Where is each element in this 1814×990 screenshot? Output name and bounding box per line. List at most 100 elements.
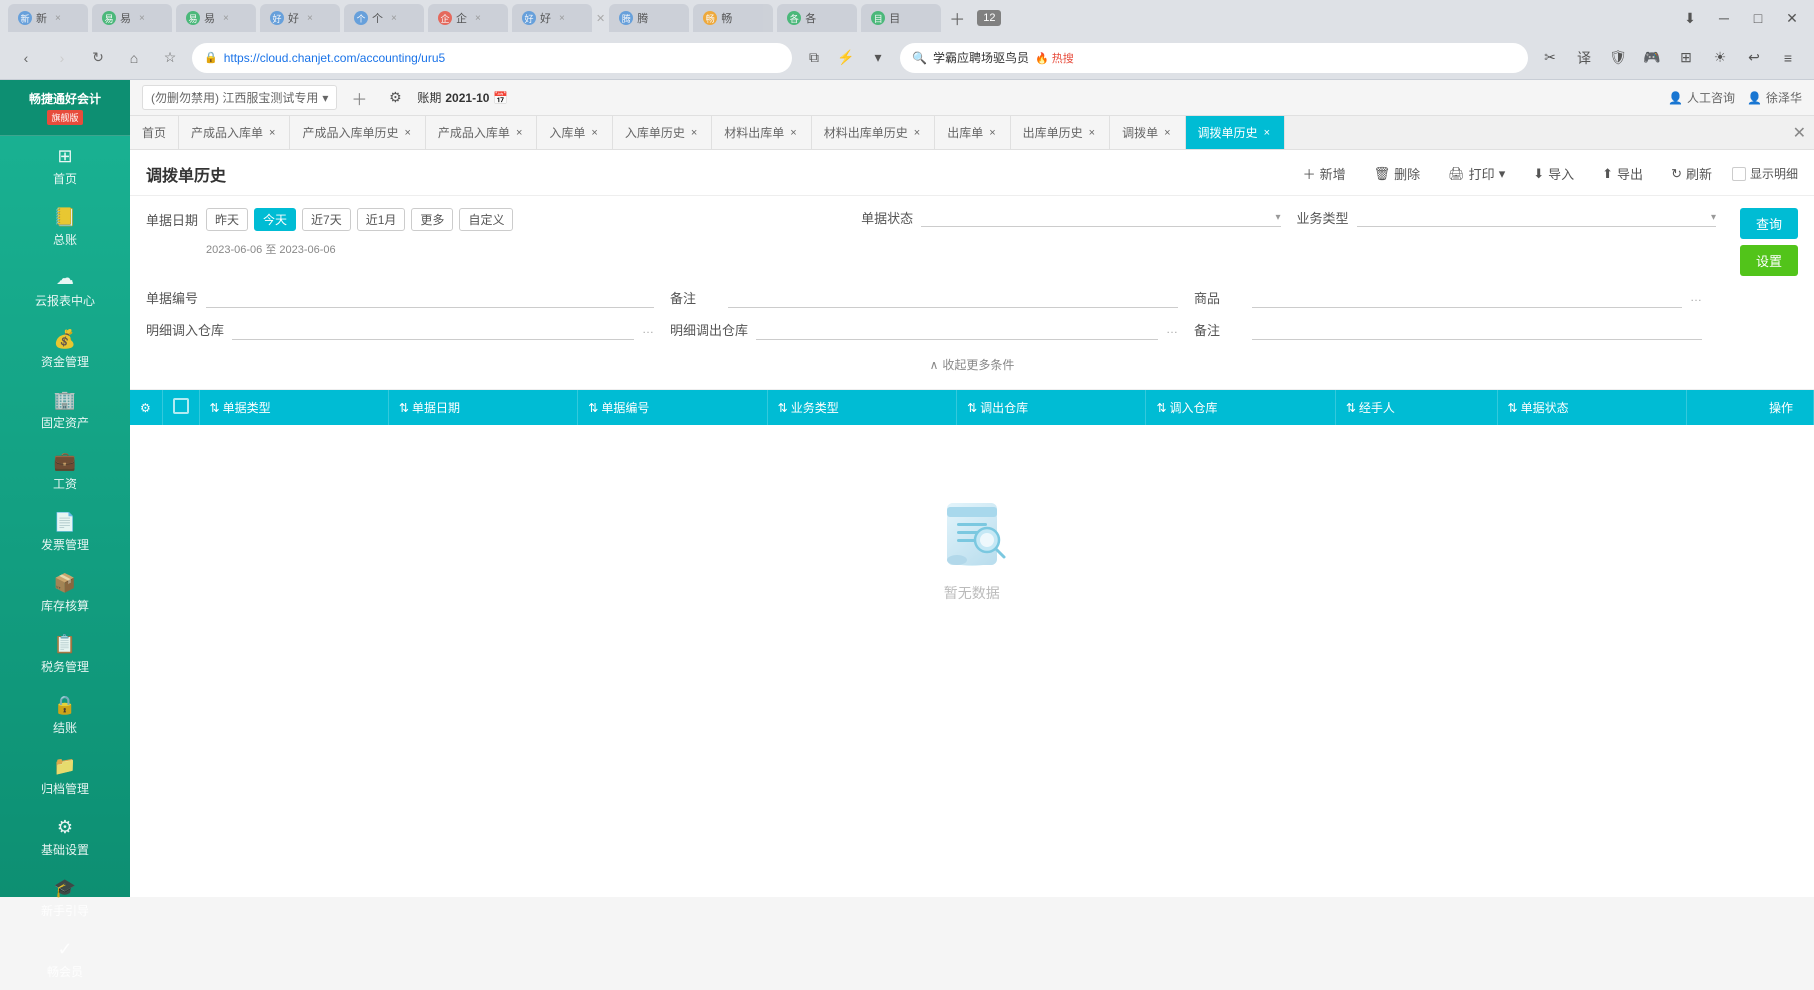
select-all-checkbox[interactable]: [173, 398, 189, 414]
sidebar-item-guide[interactable]: 🎓 新手引导: [0, 868, 130, 929]
query-button[interactable]: 查询: [1740, 208, 1798, 239]
tab-material-outbound-close[interactable]: ×: [788, 127, 798, 139]
tab-transfer[interactable]: 调拨单 ×: [1110, 116, 1185, 149]
note-input[interactable]: [728, 286, 1178, 308]
browser-tab-3[interactable]: 易 易 ×: [176, 4, 256, 32]
tab-material-outbound-history-close[interactable]: ×: [912, 127, 922, 139]
refresh-button[interactable]: ↻ 刷新: [1663, 160, 1720, 187]
sidebar-item-invoice[interactable]: 📄 发票管理: [0, 502, 130, 563]
tab-transfer-history[interactable]: 调拨单历史 ×: [1186, 116, 1285, 149]
tab-inbound-history[interactable]: 入库单历史 ×: [613, 116, 712, 149]
tab-inbound-history-close[interactable]: ×: [689, 127, 699, 139]
browser-tab-1[interactable]: 新 新 ×: [8, 4, 88, 32]
tab-close-4[interactable]: ×: [307, 13, 313, 24]
tab-product-inbound-history[interactable]: 产成品入库单历史 ×: [290, 116, 425, 149]
back-button[interactable]: ‹: [12, 44, 40, 72]
tab-product-inbound-close[interactable]: ×: [267, 127, 277, 139]
th-biz-type[interactable]: ⇅ 业务类型: [767, 390, 956, 425]
tab-inbound[interactable]: 入库单 ×: [537, 116, 612, 149]
browser-tab-10[interactable]: 各 各: [777, 4, 857, 32]
tab-product-inbound-history-close[interactable]: ×: [402, 127, 412, 139]
tab-outbound-history[interactable]: 出库单历史 ×: [1011, 116, 1110, 149]
company-settings-icon[interactable]: ⚙: [381, 84, 409, 112]
lightning-icon[interactable]: ⚡: [832, 44, 860, 72]
export-button[interactable]: ⬆ 导出: [1594, 160, 1651, 187]
biz-type-select[interactable]: ▾: [1357, 209, 1716, 227]
goods-input[interactable]: [1252, 286, 1682, 308]
th-doc-number[interactable]: ⇅ 单据编号: [578, 390, 767, 425]
sidebar-item-cloud-report[interactable]: ☁ 云报表中心: [0, 258, 130, 319]
sidebar-item-member[interactable]: ✓ 畅会员: [0, 929, 130, 990]
downloads-icon[interactable]: ⬇: [1676, 4, 1704, 32]
date-btn-more[interactable]: 更多: [411, 208, 453, 231]
refresh-button[interactable]: ↻: [84, 44, 112, 72]
game-icon[interactable]: 🎮: [1638, 44, 1666, 72]
period-selector[interactable]: 账期 2021-10 📅: [417, 89, 508, 106]
th-check[interactable]: [162, 390, 199, 425]
in-warehouse-ellipsis[interactable]: …: [642, 322, 654, 336]
sidebar-item-inventory[interactable]: 📦 库存核算: [0, 563, 130, 624]
tab-material-outbound-history[interactable]: 材料出库单历史 ×: [812, 116, 935, 149]
th-handler[interactable]: ⇅ 经手人: [1335, 390, 1497, 425]
tab-close-1[interactable]: ×: [55, 13, 61, 24]
grid-icon[interactable]: ⊞: [1672, 44, 1700, 72]
new-button[interactable]: ＋ 新增: [1295, 160, 1354, 187]
status-select[interactable]: ▾: [921, 209, 1280, 227]
user-profile-btn[interactable]: 👤 徐泽华: [1747, 89, 1802, 106]
browser-tab-7[interactable]: 好 好 ×: [512, 4, 592, 32]
tab-outbound-history-close[interactable]: ×: [1087, 127, 1097, 139]
home-button[interactable]: ⌂: [120, 44, 148, 72]
close-all-tabs-button[interactable]: ✕: [1785, 123, 1814, 143]
th-in-warehouse[interactable]: ⇅ 调入仓库: [1146, 390, 1335, 425]
display-icon[interactable]: ☀: [1706, 44, 1734, 72]
tab-product-inbound[interactable]: 产成品入库单 ×: [179, 116, 290, 149]
tab-transfer-history-close[interactable]: ×: [1262, 127, 1272, 139]
tab-close-6[interactable]: ×: [475, 13, 481, 24]
close-window-icon[interactable]: ✕: [1778, 4, 1806, 32]
delete-button[interactable]: 🗑 删除: [1366, 160, 1429, 187]
sidebar-item-settings[interactable]: ⚙ 基础设置: [0, 807, 130, 868]
sidebar-item-closing[interactable]: 🔒 结账: [0, 685, 130, 746]
out-warehouse-ellipsis[interactable]: …: [1166, 322, 1178, 336]
undo-icon[interactable]: ↩: [1740, 44, 1768, 72]
menu-icon[interactable]: ≡: [1774, 44, 1802, 72]
tab-close-5[interactable]: ×: [391, 13, 397, 24]
import-button[interactable]: ⬇ 导入: [1525, 160, 1582, 187]
browser-tab-2[interactable]: 易 易 ×: [92, 4, 172, 32]
in-warehouse-input[interactable]: [232, 318, 634, 340]
search-bar[interactable]: 🔍 学霸应聘场驱鸟员 🔥 热搜: [900, 43, 1528, 73]
maximize-icon[interactable]: □: [1744, 4, 1772, 32]
date-btn-today[interactable]: 今天: [254, 208, 296, 231]
out-warehouse-input[interactable]: [756, 318, 1158, 340]
scissors-icon[interactable]: ✂: [1536, 44, 1564, 72]
extensions-icon[interactable]: ⧉: [800, 44, 828, 72]
translate-icon[interactable]: 译: [1570, 44, 1598, 72]
add-company-icon[interactable]: ＋: [345, 84, 373, 112]
sidebar-item-tax[interactable]: 📋 税务管理: [0, 624, 130, 685]
tab-transfer-close[interactable]: ×: [1162, 127, 1172, 139]
date-btn-last7[interactable]: 近7天: [302, 208, 351, 231]
tab-outbound[interactable]: 出库单 ×: [935, 116, 1010, 149]
print-button[interactable]: 🖨 打印 ▾: [1440, 160, 1513, 187]
browser-tab-9[interactable]: 畅 畅: [693, 4, 773, 32]
sidebar-item-wage[interactable]: 💼 工资: [0, 441, 130, 502]
minimize-icon[interactable]: ─: [1710, 4, 1738, 32]
tab-home[interactable]: 首页: [130, 116, 179, 149]
sidebar-item-archive[interactable]: 📁 归档管理: [0, 746, 130, 807]
display-toggle[interactable]: 显示明细: [1732, 165, 1798, 182]
extension1-icon[interactable]: 🛡: [1604, 44, 1632, 72]
th-doc-status[interactable]: ⇅ 单据状态: [1497, 390, 1686, 425]
collapse-button[interactable]: ∧ 收起更多条件: [146, 350, 1798, 377]
sidebar-item-fixed-asset[interactable]: 🏢 固定资产: [0, 380, 130, 441]
forward-button[interactable]: ›: [48, 44, 76, 72]
sidebar-item-ledger[interactable]: 📒 总账: [0, 197, 130, 258]
date-btn-lastmonth[interactable]: 近1月: [357, 208, 406, 231]
new-tab-button[interactable]: ＋: [945, 6, 969, 30]
set-button[interactable]: 设置: [1740, 245, 1798, 276]
sidebar-item-home[interactable]: ⊞ 首页: [0, 136, 130, 197]
browser-tab-8[interactable]: 腾 腾: [609, 4, 689, 32]
th-gear[interactable]: ⚙: [130, 390, 162, 425]
note2-input[interactable]: [1252, 318, 1702, 340]
th-out-warehouse[interactable]: ⇅ 调出仓库: [957, 390, 1146, 425]
goods-ellipsis[interactable]: …: [1690, 290, 1702, 304]
